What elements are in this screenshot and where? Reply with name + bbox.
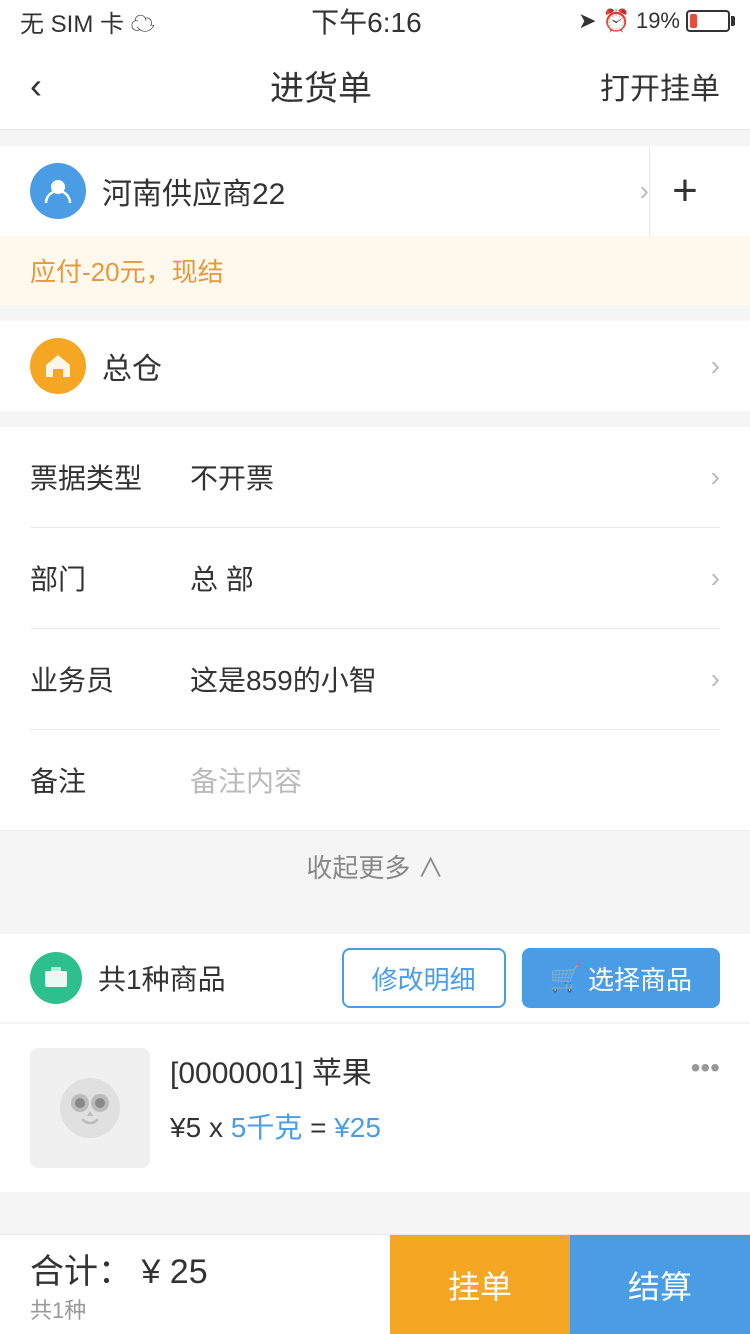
gap-2 bbox=[0, 305, 750, 321]
total-section: 合计： ¥ 25 共1种 bbox=[0, 1235, 390, 1334]
price-total: ¥25 bbox=[334, 1112, 381, 1143]
checkout-button[interactable]: 结算 bbox=[570, 1235, 750, 1334]
warehouse-icon bbox=[30, 338, 86, 394]
more-icon[interactable]: ••• bbox=[691, 1052, 720, 1084]
status-time: 下午6:16 bbox=[311, 1, 422, 41]
product-item: [0000001] 苹果 ¥5 x 5千克 = ¥25 ••• bbox=[0, 1024, 750, 1192]
product-name: [0000001] 苹果 bbox=[170, 1048, 660, 1092]
dept-label: 部门 bbox=[30, 558, 170, 598]
status-right: ➤ ⏰ 19% bbox=[578, 8, 730, 34]
invoice-value: 不开票 bbox=[170, 457, 701, 497]
select-product-button[interactable]: 🛒 选择商品 bbox=[522, 948, 720, 1008]
page-title: 进货单 bbox=[270, 61, 372, 110]
battery-text: 19% bbox=[636, 8, 680, 34]
dept-row[interactable]: 部门 总 部 › bbox=[0, 528, 750, 628]
supplier-chevron-icon: › bbox=[640, 175, 649, 207]
multiply-sign: x bbox=[209, 1112, 231, 1143]
gap-1 bbox=[0, 130, 750, 146]
alarm-icon: ⏰ bbox=[603, 8, 630, 34]
products-count: 共1种商品 bbox=[98, 958, 342, 998]
form-section: 票据类型 不开票 › 部门 总 部 › 业务员 这是859的小智 › 备注 备注… bbox=[0, 427, 750, 830]
dept-value: 总 部 bbox=[170, 558, 701, 598]
bottom-bar: 合计： ¥ 25 共1种 挂单 结算 bbox=[0, 1234, 750, 1334]
gap-3 bbox=[0, 411, 750, 427]
sales-chevron-icon: › bbox=[711, 663, 720, 695]
product-title: 苹果 bbox=[312, 1057, 372, 1090]
warehouse-row[interactable]: 总仓 › bbox=[0, 321, 750, 411]
select-product-label: 选择商品 bbox=[588, 960, 692, 997]
remark-label: 备注 bbox=[30, 760, 170, 800]
invoice-chevron-icon: › bbox=[711, 461, 720, 493]
sales-label: 业务员 bbox=[30, 659, 170, 699]
cart-icon: 🛒 bbox=[550, 963, 582, 994]
dept-chevron-icon: › bbox=[711, 562, 720, 594]
edit-detail-button[interactable]: 修改明细 bbox=[342, 948, 506, 1008]
product-thumbnail bbox=[30, 1048, 150, 1168]
supplier-row[interactable]: 河南供应商22 › bbox=[30, 146, 650, 236]
battery-icon bbox=[686, 10, 730, 32]
supplier-avatar bbox=[30, 163, 86, 219]
invoice-label: 票据类型 bbox=[30, 457, 170, 497]
product-price: ¥5 x 5千克 = ¥25 bbox=[170, 1106, 660, 1146]
open-pending-button[interactable]: 打开挂单 bbox=[600, 64, 720, 108]
product-info: [0000001] 苹果 ¥5 x 5千克 = ¥25 bbox=[170, 1048, 660, 1146]
back-button[interactable]: ‹ bbox=[30, 65, 42, 107]
nav-bar: ‹ 进货单 打开挂单 bbox=[0, 42, 750, 130]
gap-4 bbox=[0, 902, 750, 918]
location-icon: ➤ bbox=[578, 8, 596, 34]
status-bar: 无 SIM 卡 ☁ 下午6:16 ➤ ⏰ 19% bbox=[0, 0, 750, 42]
supplier-name: 河南供应商22 bbox=[102, 169, 630, 213]
total-amount: 合计： ¥ 25 bbox=[30, 1244, 360, 1293]
collapse-toggle[interactable]: 收起更多 ∧ bbox=[0, 830, 750, 902]
sim-signal: 无 SIM 卡 ☁ bbox=[20, 4, 155, 39]
sales-row[interactable]: 业务员 这是859的小智 › bbox=[0, 629, 750, 729]
product-thumb-icon bbox=[30, 1048, 150, 1168]
price-base: ¥5 bbox=[170, 1112, 201, 1143]
price-qty: 5千克 bbox=[231, 1112, 303, 1143]
remark-row[interactable]: 备注 备注内容 bbox=[0, 730, 750, 830]
equals-sign: = bbox=[310, 1112, 334, 1143]
total-count: 共1种 bbox=[30, 1293, 360, 1325]
status-left: 无 SIM 卡 ☁ bbox=[20, 4, 155, 39]
supplier-section: 河南供应商22 › + bbox=[0, 146, 750, 236]
add-supplier-button[interactable]: + bbox=[650, 146, 720, 236]
product-code: [0000001] bbox=[170, 1057, 303, 1090]
invoice-type-row[interactable]: 票据类型 不开票 › bbox=[0, 427, 750, 527]
warehouse-chevron-icon: › bbox=[711, 350, 720, 382]
total-label: 合计： bbox=[30, 1253, 132, 1291]
products-header: 共1种商品 修改明细 🛒 选择商品 bbox=[0, 934, 750, 1022]
product-more[interactable]: ••• bbox=[660, 1048, 720, 1084]
notice-bar: 应付-20元，现结 bbox=[0, 236, 750, 305]
remark-placeholder: 备注内容 bbox=[170, 760, 720, 800]
warehouse-name: 总仓 bbox=[102, 344, 701, 388]
products-icon bbox=[30, 952, 82, 1004]
sales-value: 这是859的小智 bbox=[170, 659, 701, 699]
total-value: ¥ 25 bbox=[141, 1253, 207, 1291]
hang-order-button[interactable]: 挂单 bbox=[390, 1235, 570, 1334]
